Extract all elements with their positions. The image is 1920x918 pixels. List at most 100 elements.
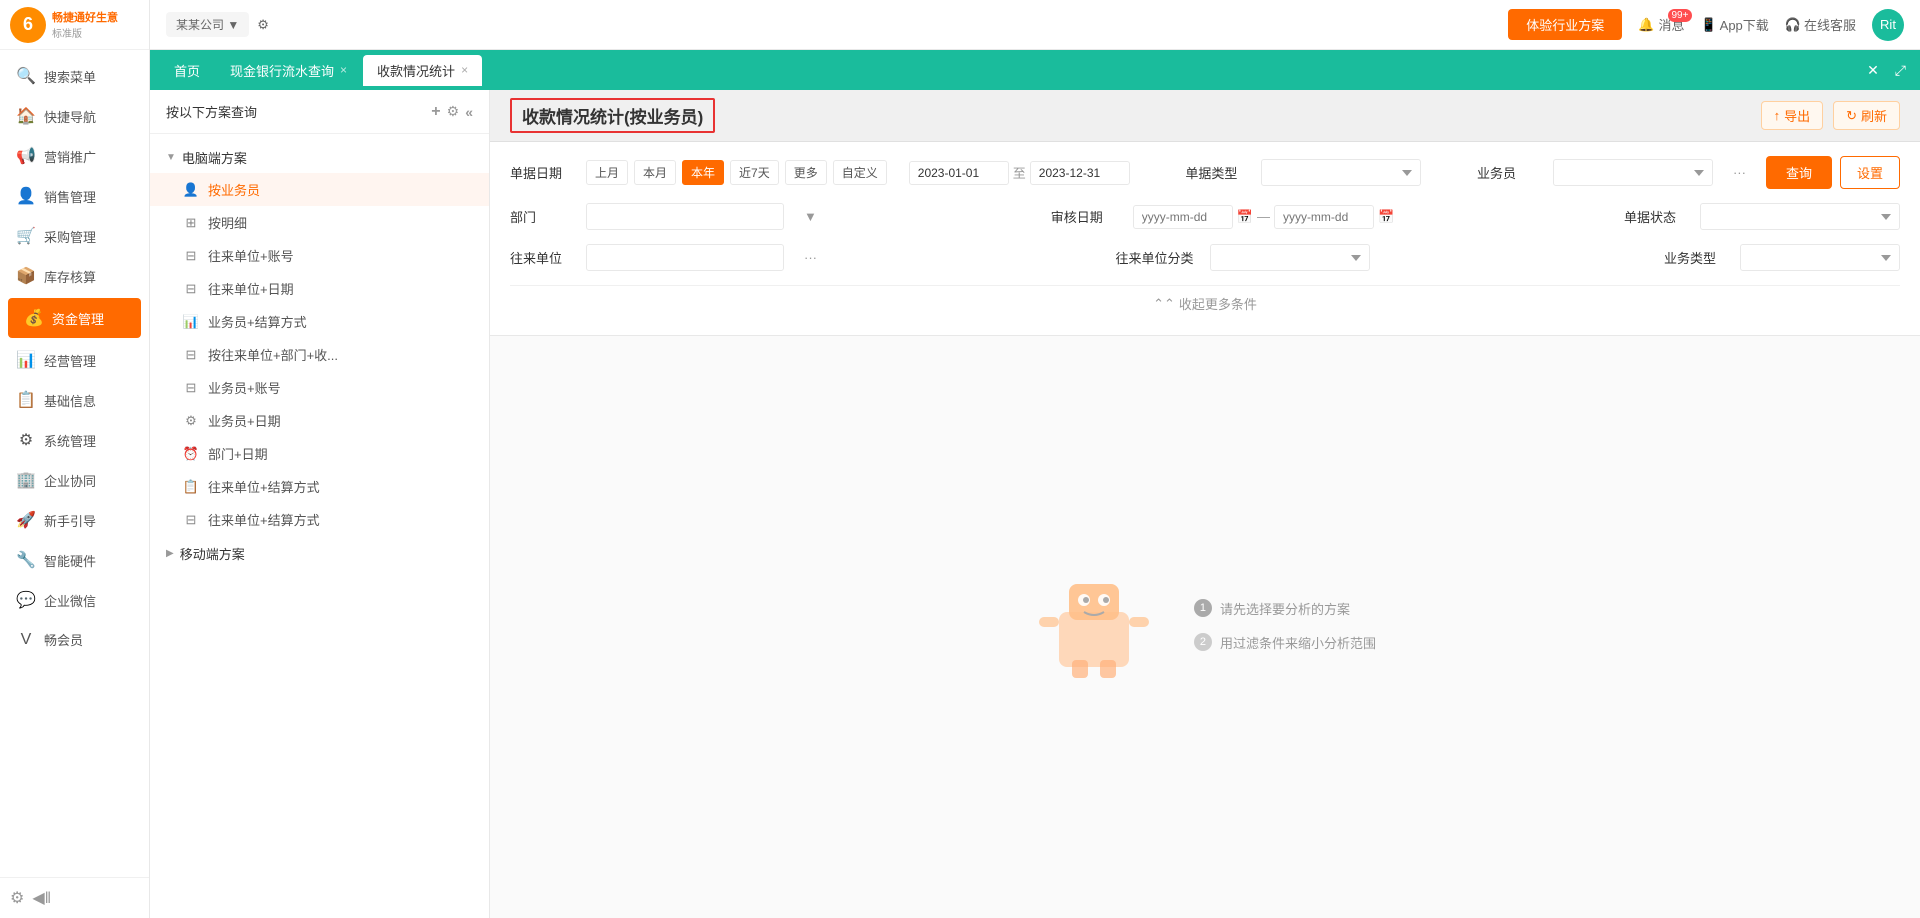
panel-title: 按以下方案查询 — [166, 102, 423, 121]
review-end-input[interactable] — [1274, 205, 1374, 229]
salesman-settle-icon: 📊 — [182, 314, 200, 330]
counterpart-more-dots[interactable]: ··· — [800, 250, 821, 265]
collapse-sidebar-icon[interactable]: ◀‖ — [32, 888, 51, 908]
close-window-btn[interactable]: ✕ — [1863, 58, 1883, 83]
sidebar-item-search[interactable]: 🔍 搜索菜单 — [0, 56, 149, 96]
counterpart-input[interactable] — [586, 244, 784, 271]
logo-text: 畅捷通好生意 标准版 — [52, 9, 118, 40]
sidebar-item-basic[interactable]: 📋 基础信息 — [0, 380, 149, 420]
sidebar-item-nav[interactable]: 🏠 快捷导航 — [0, 96, 149, 136]
system-icon: ⚙ — [16, 430, 36, 450]
topbar-settings-icon[interactable]: ⚙ — [257, 17, 269, 33]
filter-action-buttons: 查询 设置 — [1766, 156, 1900, 189]
enterprise-icon: 🏢 — [16, 470, 36, 490]
dept-input[interactable] — [586, 203, 784, 230]
date-end-input[interactable] — [1030, 161, 1130, 185]
tab-collection[interactable]: 收款情况统计 × — [363, 55, 482, 86]
page-title: 收款情况统计(按业务员) — [510, 98, 715, 133]
date-btn-this-year[interactable]: 本年 — [682, 160, 724, 185]
tree-item-supplier-settle2[interactable]: ⊟ 往来单位+结算方式 — [150, 503, 489, 536]
add-scheme-btn[interactable]: + — [431, 103, 440, 121]
basic-icon: 📋 — [16, 390, 36, 410]
doc-status-select[interactable] — [1700, 203, 1900, 230]
date-quick-buttons: 上月 本月 本年 近7天 更多 自定义 — [586, 160, 887, 185]
sidebar-item-member[interactable]: V 畅会员 — [0, 620, 149, 659]
date-btn-more[interactable]: 更多 — [785, 160, 827, 185]
purchase-icon: 🛒 — [16, 226, 36, 246]
sidebar-item-system[interactable]: ⚙ 系统管理 — [0, 420, 149, 460]
tree-item-supplier-account[interactable]: ⊟ 往来单位+账号 — [150, 239, 489, 272]
maximize-window-btn[interactable]: ⤢ — [1891, 58, 1910, 83]
tree-item-salesman-settle[interactable]: 📊 业务员+结算方式 — [150, 305, 489, 338]
empty-tips: 1 请先选择要分析的方案 2 用过滤条件来缩小分析范围 — [1194, 597, 1376, 657]
collapse-panel-btn[interactable]: « — [465, 104, 473, 120]
marketing-icon: 📢 — [16, 146, 36, 166]
salesman-more-dots[interactable]: ··· — [1729, 165, 1750, 180]
trial-button[interactable]: 体验行业方案 — [1508, 9, 1622, 40]
export-button[interactable]: ↑ 导出 — [1761, 101, 1824, 130]
sidebar-item-marketing[interactable]: 📢 营销推广 — [0, 136, 149, 176]
dept-dropdown-icon[interactable]: ▼ — [800, 209, 821, 224]
tree-item-dept-date[interactable]: ⏰ 部门+日期 — [150, 437, 489, 470]
query-button[interactable]: 查询 — [1766, 156, 1832, 189]
date-btn-last-month[interactable]: 上月 — [586, 160, 628, 185]
collapse-more-conditions[interactable]: ⌃⌃ 收起更多条件 — [510, 285, 1900, 321]
tree-item-by-detail[interactable]: ⊞ 按明细 — [150, 206, 489, 239]
messages-button[interactable]: 🔔 消息 99+ — [1638, 15, 1684, 34]
empty-content: 1 请先选择要分析的方案 2 用过滤条件来缩小分析范围 — [1034, 572, 1376, 682]
tree-group-desktop-header[interactable]: ▼ 电脑端方案 — [150, 142, 489, 173]
settings-footer-icon[interactable]: ⚙ — [10, 888, 24, 908]
sidebar-item-operation[interactable]: 📊 经营管理 — [0, 340, 149, 380]
tree-item-salesman-account[interactable]: ⊟ 业务员+账号 — [150, 371, 489, 404]
hardware-icon: 🔧 — [16, 550, 36, 570]
tab-collection-close[interactable]: × — [461, 63, 468, 77]
tree-item-supplier-settle1[interactable]: 📋 往来单位+结算方式 — [150, 470, 489, 503]
tree-item-salesman-date[interactable]: ⚙ 业务员+日期 — [150, 404, 489, 437]
tab-bank[interactable]: 现金银行流水查询 × — [216, 55, 361, 86]
setting-button[interactable]: 设置 — [1840, 156, 1900, 189]
tree-group-desktop-label: 电脑端方案 — [182, 148, 247, 167]
tab-bank-close[interactable]: × — [340, 63, 347, 77]
date-btn-custom[interactable]: 自定义 — [833, 160, 887, 185]
panel-header-actions: + ⚙ « — [431, 103, 473, 121]
tree-group-mobile: ▶ 移动端方案 — [150, 538, 489, 569]
refresh-button[interactable]: ↻ 刷新 — [1833, 101, 1900, 130]
logo-icon: 6 — [10, 7, 46, 43]
empty-tip-2: 2 用过滤条件来缩小分析范围 — [1194, 631, 1376, 657]
tree-item-supplier-date[interactable]: ⊟ 往来单位+日期 — [150, 272, 489, 305]
date-start-input[interactable] — [909, 161, 1009, 185]
salesman-account-icon: ⊟ — [182, 380, 200, 396]
topbar: 某某公司 ▼ ⚙ 体验行业方案 🔔 消息 99+ 📱 App下载 🎧 在线客服 … — [150, 0, 1920, 50]
tab-home[interactable]: 首页 — [160, 55, 214, 86]
topbar-right: 🔔 消息 99+ 📱 App下载 🎧 在线客服 Rit — [1638, 9, 1904, 41]
date-separator: 至 — [1013, 163, 1026, 182]
review-start-input[interactable] — [1133, 205, 1233, 229]
user-avatar[interactable]: Rit — [1872, 9, 1904, 41]
biz-type-select[interactable] — [1740, 244, 1900, 271]
tree-item-by-salesman[interactable]: 👤 按业务员 — [150, 173, 489, 206]
settings-scheme-btn[interactable]: ⚙ — [447, 103, 460, 120]
date-btn-last-7days[interactable]: 近7天 — [730, 160, 779, 185]
sidebar-item-hardware[interactable]: 🔧 智能硬件 — [0, 540, 149, 580]
online-service-btn[interactable]: 🎧 在线客服 — [1785, 15, 1856, 34]
tree-group-mobile-header[interactable]: ▶ 移动端方案 — [150, 538, 489, 569]
doc-type-select[interactable] — [1261, 159, 1421, 186]
sidebar-item-wechat[interactable]: 💬 企业微信 — [0, 580, 149, 620]
counterpart-category-select[interactable] — [1210, 244, 1370, 271]
date-btn-this-month[interactable]: 本月 — [634, 160, 676, 185]
sidebar-item-enterprise[interactable]: 🏢 企业协同 — [0, 460, 149, 500]
sidebar-item-purchase[interactable]: 🛒 采购管理 — [0, 216, 149, 256]
counterpart-label: 往来单位 — [510, 248, 570, 267]
supplier-dept-icon: ⊟ — [182, 347, 200, 363]
tree-item-supplier-dept[interactable]: ⊟ 按往来单位+部门+收... — [150, 338, 489, 371]
sidebar-item-inventory[interactable]: 📦 库存核算 — [0, 256, 149, 296]
sidebar-item-finance[interactable]: 💰 资金管理 — [8, 298, 141, 338]
calendar-end-icon[interactable]: 📅 — [1378, 209, 1394, 225]
sidebar-item-sales[interactable]: 👤 销售管理 — [0, 176, 149, 216]
salesman-icon: 👤 — [182, 182, 200, 198]
calendar-start-icon[interactable]: 📅 — [1237, 209, 1253, 225]
salesman-select[interactable] — [1553, 159, 1713, 186]
app-download-btn[interactable]: 📱 App下载 — [1700, 15, 1768, 34]
review-date-separator: — — [1257, 209, 1270, 224]
sidebar-item-guide[interactable]: 🚀 新手引导 — [0, 500, 149, 540]
